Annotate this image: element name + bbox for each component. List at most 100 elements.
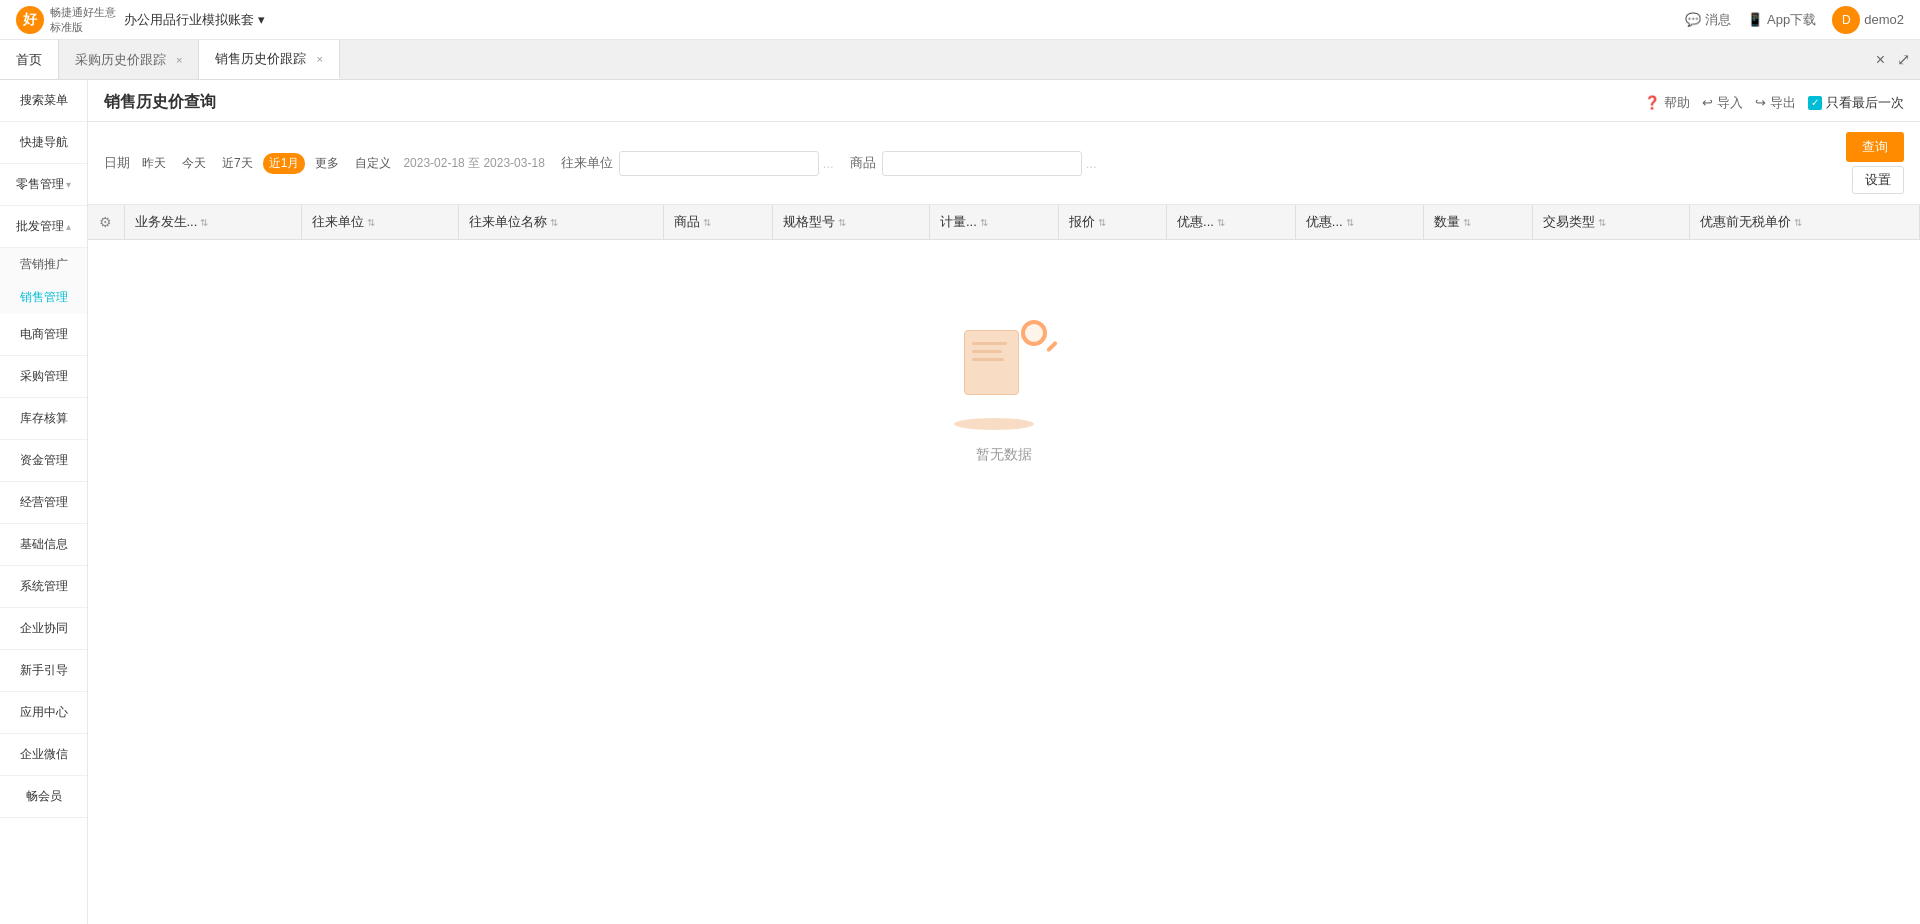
sidebar-item-quick-nav[interactable]: 快捷导航 [0, 122, 87, 164]
th-product[interactable]: 商品 ⇅ [664, 205, 772, 240]
topbar-right: 💬 消息 📱 App下载 D demo2 [1685, 6, 1904, 34]
sidebar-item-purchase-mgmt[interactable]: 采购管理 [0, 356, 87, 398]
date-options: 昨天 今天 近7天 近1月 更多 自定义 [136, 153, 397, 174]
tab-sales-history-close[interactable]: × [316, 53, 322, 65]
sort-icon-quoted-price: ⇅ [1098, 217, 1106, 228]
settings-button[interactable]: 设置 [1852, 166, 1904, 194]
product-input[interactable] [882, 151, 1082, 176]
th-unit[interactable]: 计量... ⇅ [929, 205, 1058, 240]
sidebar-item-basic-info[interactable]: 基础信息 [0, 524, 87, 566]
empty-doc-line3 [972, 358, 1004, 361]
th-settings: ⚙ [88, 205, 124, 240]
message-button[interactable]: 💬 消息 [1685, 11, 1731, 29]
query-button[interactable]: 查询 [1846, 132, 1904, 162]
empty-doc-shape [964, 330, 1019, 395]
customer-input[interactable] [619, 151, 819, 176]
dropdown-arrow-icon: ▾ [258, 12, 265, 27]
sidebar-item-app-center[interactable]: 应用中心 [0, 692, 87, 734]
import-button[interactable]: ↩ 导入 [1702, 94, 1743, 112]
tab-home[interactable]: 首页 [0, 40, 59, 79]
sidebar-item-retail-mgmt[interactable]: 零售管理 ▾ [0, 164, 87, 206]
tabbar: 首页 采购历史价跟踪 × 销售历史价跟踪 × × ⤢ [0, 40, 1920, 80]
table-header-row: ⚙ 业务发生... ⇅ 往来单位 ⇅ [88, 205, 1920, 240]
close-all-button[interactable]: × [1874, 49, 1887, 71]
sidebar-item-search-menu[interactable]: 搜索菜单 [0, 80, 87, 122]
th-customer-code[interactable]: 往来单位 ⇅ [301, 205, 458, 240]
app-icon: 📱 [1747, 12, 1763, 27]
filter-right-actions: 查询 设置 [1846, 132, 1904, 194]
tab-sales-history[interactable]: 销售历史价跟踪 × [199, 40, 339, 79]
logo-icon: 好 [16, 6, 44, 34]
sidebar-item-system-mgmt[interactable]: 系统管理 [0, 566, 87, 608]
tab-purchase-history-close[interactable]: × [176, 54, 182, 66]
sort-icon-customer-code: ⇅ [367, 217, 375, 228]
sidebar-item-marketing[interactable]: 营销推广 [0, 248, 87, 281]
th-trade-type[interactable]: 交易类型 ⇅ [1532, 205, 1689, 240]
page-header: 销售历史价查询 ❓ 帮助 ↩ 导入 ↪ 导出 只看最后一次 [88, 80, 1920, 122]
only-last-checkbox-label[interactable]: 只看最后一次 [1808, 94, 1904, 112]
main-layout: 搜索菜单 快捷导航 零售管理 ▾ 批发管理 ▴ 营销推广 销售管理 电商管理 采… [0, 80, 1920, 924]
topbar: 好 畅捷通好生意 标准版 办公用品行业模拟账套 ▾ 💬 消息 📱 App下载 D… [0, 0, 1920, 40]
wholesale-arrow-icon: ▴ [66, 221, 71, 232]
sort-icon-product: ⇅ [703, 217, 711, 228]
topbar-title[interactable]: 办公用品行业模拟账套 ▾ [124, 11, 265, 29]
product-filter-group: 商品 ... [850, 151, 1097, 176]
user-menu[interactable]: D demo2 [1832, 6, 1904, 34]
empty-magnifier [1021, 320, 1059, 358]
tab-purchase-history[interactable]: 采购历史价跟踪 × [59, 40, 199, 79]
sidebar-item-wholesale-mgmt[interactable]: 批发管理 ▴ [0, 206, 87, 248]
th-spec[interactable]: 规格型号 ⇅ [772, 205, 929, 240]
sort-icon-biz-date: ⇅ [200, 217, 208, 228]
empty-text: 暂无数据 [976, 446, 1032, 464]
sidebar-item-enterprise-wechat[interactable]: 企业微信 [0, 734, 87, 776]
tabbar-end: × ⤢ [1866, 40, 1920, 79]
date-btn-last7days[interactable]: 近7天 [216, 153, 259, 174]
sidebar: 搜索菜单 快捷导航 零售管理 ▾ 批发管理 ▴ 营销推广 销售管理 电商管理 采… [0, 80, 88, 924]
page-actions: ❓ 帮助 ↩ 导入 ↪ 导出 只看最后一次 [1644, 94, 1904, 112]
sidebar-item-sales-mgmt[interactable]: 销售管理 [0, 281, 87, 314]
page-title: 销售历史价查询 [104, 92, 216, 113]
customer-input-area: ... [619, 151, 834, 176]
th-customer-name[interactable]: 往来单位名称 ⇅ [458, 205, 664, 240]
sidebar-item-member[interactable]: 畅会员 [0, 776, 87, 818]
expand-button[interactable]: ⤢ [1895, 48, 1912, 71]
customer-filter-group: 往来单位 ... [561, 151, 834, 176]
date-btn-last1month[interactable]: 近1月 [263, 153, 306, 174]
settings-gear-icon[interactable]: ⚙ [99, 214, 112, 230]
sidebar-item-operations-mgmt[interactable]: 经营管理 [0, 482, 87, 524]
date-btn-yesterday[interactable]: 昨天 [136, 153, 172, 174]
sidebar-item-finance-mgmt[interactable]: 资金管理 [0, 440, 87, 482]
sort-icon-trade-type: ⇅ [1598, 217, 1606, 228]
empty-shadow [954, 418, 1034, 430]
sidebar-item-ecommerce-mgmt[interactable]: 电商管理 [0, 314, 87, 356]
th-quoted-price[interactable]: 报价 ⇅ [1058, 205, 1166, 240]
empty-state-row: 暂无数据 [88, 240, 1920, 545]
th-discount1[interactable]: 优惠... ⇅ [1167, 205, 1296, 240]
avatar: D [1832, 6, 1860, 34]
th-pretax-price[interactable]: 优惠前无税单价 ⇅ [1689, 205, 1919, 240]
date-btn-today[interactable]: 今天 [176, 153, 212, 174]
th-discount2[interactable]: 优惠... ⇅ [1295, 205, 1424, 240]
filter-row: 日期 昨天 今天 近7天 近1月 更多 自定义 2023-02-18 至 202… [88, 122, 1920, 205]
sort-icon-spec: ⇅ [838, 217, 846, 228]
th-quantity[interactable]: 数量 ⇅ [1424, 205, 1532, 240]
th-biz-date[interactable]: 业务发生... ⇅ [124, 205, 301, 240]
date-label: 日期 [104, 154, 130, 172]
help-button[interactable]: ❓ 帮助 [1644, 94, 1690, 112]
date-btn-custom[interactable]: 自定义 [349, 153, 397, 174]
export-button[interactable]: ↪ 导出 [1755, 94, 1796, 112]
empty-illustration [944, 320, 1064, 430]
sidebar-item-enterprise-collab[interactable]: 企业协同 [0, 608, 87, 650]
date-btn-more[interactable]: 更多 [309, 153, 345, 174]
app-download-button[interactable]: 📱 App下载 [1747, 11, 1816, 29]
sidebar-item-inventory-check[interactable]: 库存核算 [0, 398, 87, 440]
date-filter-group: 日期 昨天 今天 近7天 近1月 更多 自定义 2023-02-18 至 202… [104, 153, 545, 174]
product-filter-label: 商品 [850, 154, 876, 172]
sidebar-item-new-guide[interactable]: 新手引导 [0, 650, 87, 692]
only-last-checkbox[interactable] [1808, 96, 1822, 110]
topbar-left: 好 畅捷通好生意 标准版 办公用品行业模拟账套 ▾ [16, 5, 265, 34]
customer-input-dots[interactable]: ... [823, 156, 834, 171]
product-input-dots[interactable]: ... [1086, 156, 1097, 171]
sort-icon-unit: ⇅ [980, 217, 988, 228]
sort-icon-discount1: ⇅ [1217, 217, 1225, 228]
